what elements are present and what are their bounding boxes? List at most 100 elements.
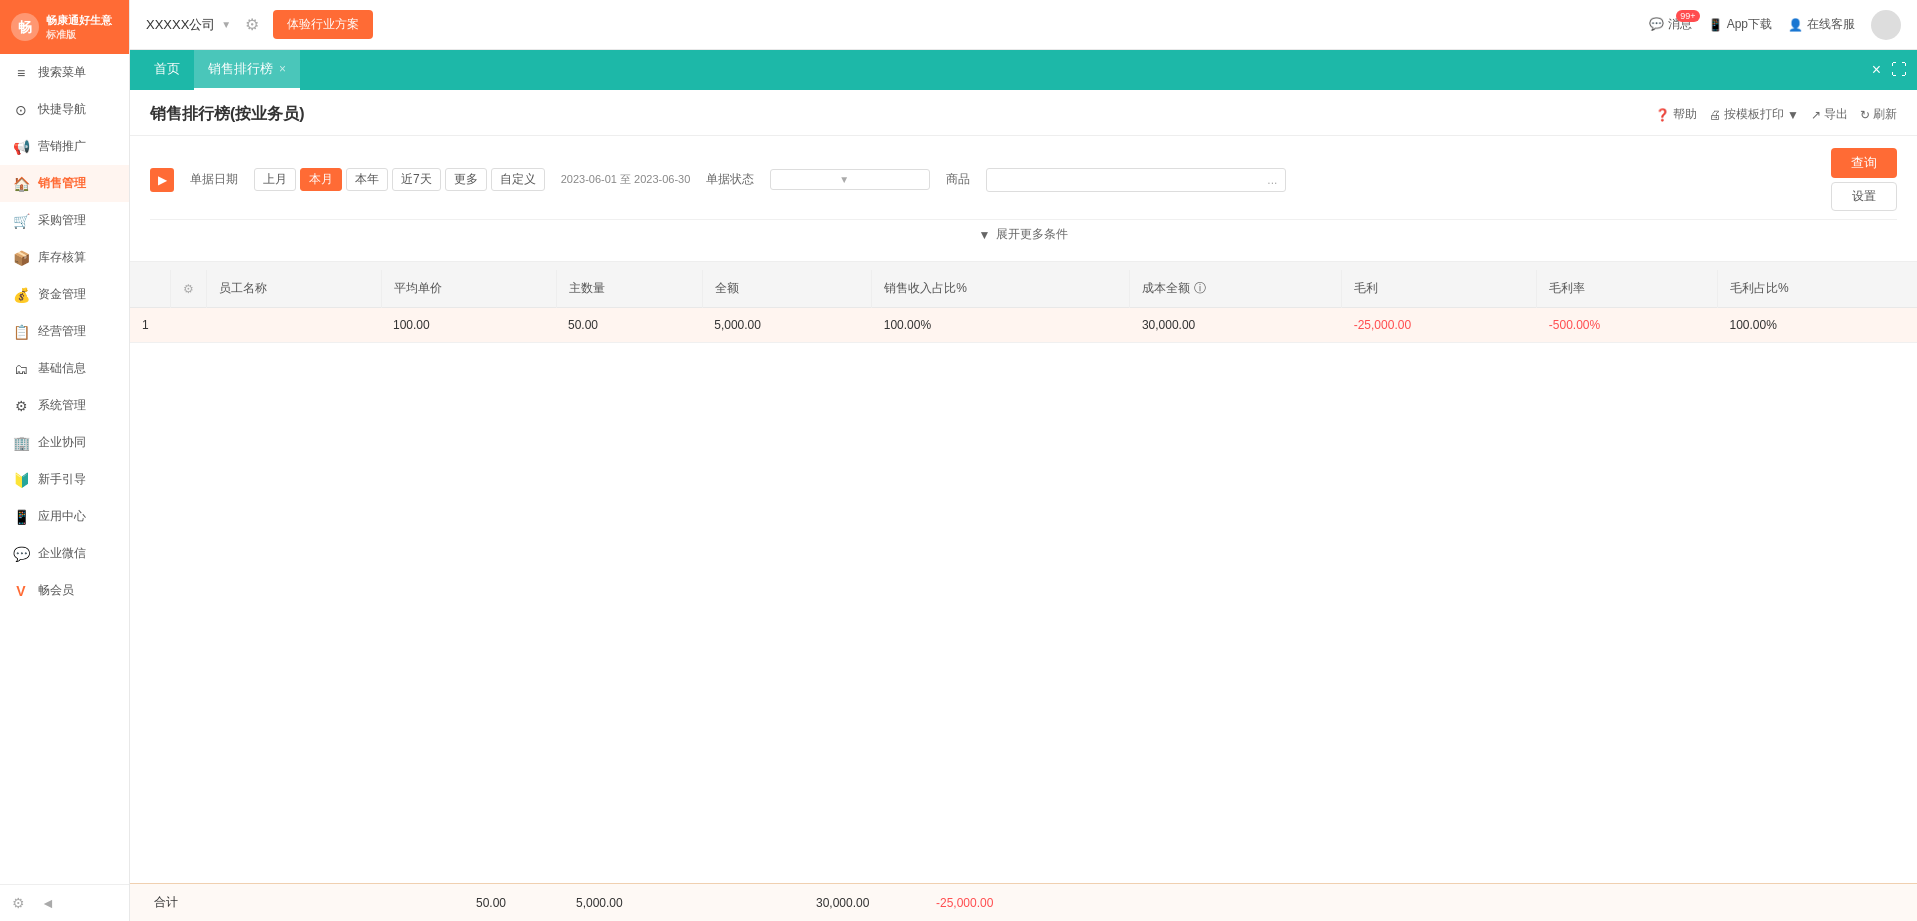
content-area: 销售排行榜(按业务员) ❓ 帮助 🖨 按模板打印 ▼ ↗ 导出 ↻ 刷新 xyxy=(130,90,1917,921)
sidebar-item-finance[interactable]: 💰 资金管理 xyxy=(0,276,129,313)
notification-btn[interactable]: 💬 消息 99+ xyxy=(1649,16,1691,33)
inventory-icon: 📦 xyxy=(12,250,30,266)
sidebar-item-label: 企业协同 xyxy=(38,434,86,451)
system-icon: ⚙ xyxy=(12,398,30,414)
sidebar-bottom: ⚙ ◄ xyxy=(0,884,129,921)
tab-home[interactable]: 首页 xyxy=(140,50,194,90)
goods-filter-input[interactable]: ... xyxy=(986,168,1286,192)
settings-bottom-icon[interactable]: ⚙ xyxy=(12,895,25,911)
tab-sales-ranking[interactable]: 销售排行榜 × xyxy=(194,50,300,90)
footer-label: 合计 xyxy=(142,894,214,911)
app-download-icon: 📱 xyxy=(1708,18,1723,32)
th-rank xyxy=(130,270,170,308)
company-selector[interactable]: XXXXX公司 ▼ xyxy=(146,16,231,34)
page-title: 销售排行榜(按业务员) xyxy=(150,104,305,125)
sidebar-item-label: 资金管理 xyxy=(38,286,86,303)
notification-count: 99+ xyxy=(1676,10,1699,22)
th-gross: 毛利 xyxy=(1342,270,1537,308)
topbar: XXXXX公司 ▼ ⚙ 体验行业方案 💬 消息 99+ 📱 App下载 👤 在线… xyxy=(130,0,1917,50)
date-btn-custom[interactable]: 自定义 xyxy=(491,168,545,191)
date-btn-7days[interactable]: 近7天 xyxy=(392,168,441,191)
export-icon: ↗ xyxy=(1811,108,1821,122)
expand-more-label: 展开更多条件 xyxy=(996,226,1068,243)
tabbar-window-controls: × ⛶ xyxy=(1872,61,1907,79)
operation-icon: 📋 xyxy=(12,324,30,340)
online-service-btn[interactable]: 👤 在线客服 xyxy=(1788,16,1855,33)
date-range-display: 2023-06-01 至 2023-06-30 xyxy=(561,172,691,187)
app-download-btn[interactable]: 📱 App下载 xyxy=(1708,16,1772,33)
td-gross: -25,000.00 xyxy=(1342,308,1537,343)
sidebar-item-search-order[interactable]: ≡ 搜索菜单 xyxy=(0,54,129,91)
sidebar-item-operation[interactable]: 📋 经营管理 xyxy=(0,313,129,350)
td-cost: 30,000.00 xyxy=(1130,308,1342,343)
td-avg-price: 100.00 xyxy=(381,308,556,343)
window-close-icon[interactable]: × xyxy=(1872,61,1881,79)
sidebar-item-app-center[interactable]: 📱 应用中心 xyxy=(0,498,129,535)
date-btn-this-month[interactable]: 本月 xyxy=(300,168,342,191)
template-print-btn[interactable]: 🖨 按模板打印 ▼ xyxy=(1709,106,1799,123)
refresh-icon: ↻ xyxy=(1860,108,1870,122)
sales-table: ⚙ 员工名称 平均单价 主数量 全额 销售收入占比% 成本全额 ⓘ 毛利 毛利率… xyxy=(130,270,1917,343)
export-btn[interactable]: ↗ 导出 xyxy=(1811,106,1848,123)
sidebar-item-inventory[interactable]: 📦 库存核算 xyxy=(0,239,129,276)
topbar-gear-icon[interactable]: ⚙ xyxy=(241,11,263,38)
finance-icon: 💰 xyxy=(12,287,30,303)
sidebar-item-label: 应用中心 xyxy=(38,508,86,525)
tab-home-label: 首页 xyxy=(154,60,180,78)
sidebar-item-enterprise[interactable]: 🏢 企业协同 xyxy=(0,424,129,461)
footer-amount: 5,000.00 xyxy=(564,896,684,910)
table-container: ⚙ 员工名称 平均单价 主数量 全额 销售收入占比% 成本全额 ⓘ 毛利 毛利率… xyxy=(130,270,1917,883)
filter-expand-icon[interactable]: ▶ xyxy=(150,168,174,192)
sidebar-item-quick-nav[interactable]: ⊙ 快捷导航 xyxy=(0,91,129,128)
sidebar-item-label: 搜索菜单 xyxy=(38,64,86,81)
query-button[interactable]: 查询 xyxy=(1831,148,1897,178)
td-gross-pct: 100.00% xyxy=(1718,308,1917,343)
table-header-row: ⚙ 员工名称 平均单价 主数量 全额 销售收入占比% 成本全额 ⓘ 毛利 毛利率… xyxy=(130,270,1917,308)
sidebar-navigation: ≡ 搜索菜单 ⊙ 快捷导航 📢 营销推广 🏠 销售管理 🛒 采购管理 📦 库存核… xyxy=(0,54,129,884)
date-btn-last-month[interactable]: 上月 xyxy=(254,168,296,191)
date-btn-this-year[interactable]: 本年 xyxy=(346,168,388,191)
sidebar-item-newbie[interactable]: 🔰 新手引导 xyxy=(0,461,129,498)
expand-more-btn[interactable]: ▼ 展开更多条件 xyxy=(150,219,1897,249)
sidebar-item-label: 快捷导航 xyxy=(38,101,86,118)
help-label: 帮助 xyxy=(1673,106,1697,123)
wechat-icon: 💬 xyxy=(12,546,30,562)
app-center-icon: 📱 xyxy=(12,509,30,525)
sidebar-item-member[interactable]: V 畅会员 xyxy=(0,572,129,609)
th-employee: 员工名称 xyxy=(206,270,381,308)
sidebar-item-basic-info[interactable]: 🗂 基础信息 xyxy=(0,350,129,387)
help-btn[interactable]: ❓ 帮助 xyxy=(1655,106,1697,123)
service-icon: 👤 xyxy=(1788,18,1803,32)
main-area: XXXXX公司 ▼ ⚙ 体验行业方案 💬 消息 99+ 📱 App下载 👤 在线… xyxy=(130,0,1917,921)
sidebar-item-marketing[interactable]: 📢 营销推广 xyxy=(0,128,129,165)
table-footer: 合计 50.00 5,000.00 30,000.00 -25,000.00 xyxy=(130,883,1917,921)
sidebar-item-sales[interactable]: 🏠 销售管理 xyxy=(0,165,129,202)
date-btn-more[interactable]: 更多 xyxy=(445,168,487,191)
tab-sales-label: 销售排行榜 xyxy=(208,60,273,78)
date-filter-label: 单据日期 xyxy=(190,171,238,188)
company-caret-icon: ▼ xyxy=(221,19,231,30)
window-restore-icon[interactable]: ⛶ xyxy=(1891,61,1907,79)
help-icon: ❓ xyxy=(1655,108,1670,122)
settings-button[interactable]: 设置 xyxy=(1831,182,1897,211)
sidebar-item-wechat[interactable]: 💬 企业微信 xyxy=(0,535,129,572)
sidebar-item-system[interactable]: ⚙ 系统管理 xyxy=(0,387,129,424)
th-main-qty: 主数量 xyxy=(556,270,702,308)
industry-btn[interactable]: 体验行业方案 xyxy=(273,10,373,39)
sidebar-item-label: 营销推广 xyxy=(38,138,86,155)
sidebar-item-label: 畅会员 xyxy=(38,582,74,599)
sidebar-item-label: 经营管理 xyxy=(38,323,86,340)
tab-close-icon[interactable]: × xyxy=(279,62,286,76)
th-settings[interactable]: ⚙ xyxy=(170,270,206,308)
sidebar-item-purchase[interactable]: 🛒 采购管理 xyxy=(0,202,129,239)
refresh-label: 刷新 xyxy=(1873,106,1897,123)
avatar[interactable] xyxy=(1871,10,1901,40)
footer-cost: 30,000.00 xyxy=(804,896,924,910)
th-sales-pct: 销售收入占比% xyxy=(872,270,1130,308)
marketing-icon: 📢 xyxy=(12,139,30,155)
refresh-btn[interactable]: ↻ 刷新 xyxy=(1860,106,1897,123)
sidebar-item-label: 新手引导 xyxy=(38,471,86,488)
page-header: 销售排行榜(按业务员) ❓ 帮助 🖨 按模板打印 ▼ ↗ 导出 ↻ 刷新 xyxy=(130,90,1917,136)
status-select[interactable]: ▼ xyxy=(770,169,930,190)
collapse-sidebar-icon[interactable]: ◄ xyxy=(41,895,55,911)
